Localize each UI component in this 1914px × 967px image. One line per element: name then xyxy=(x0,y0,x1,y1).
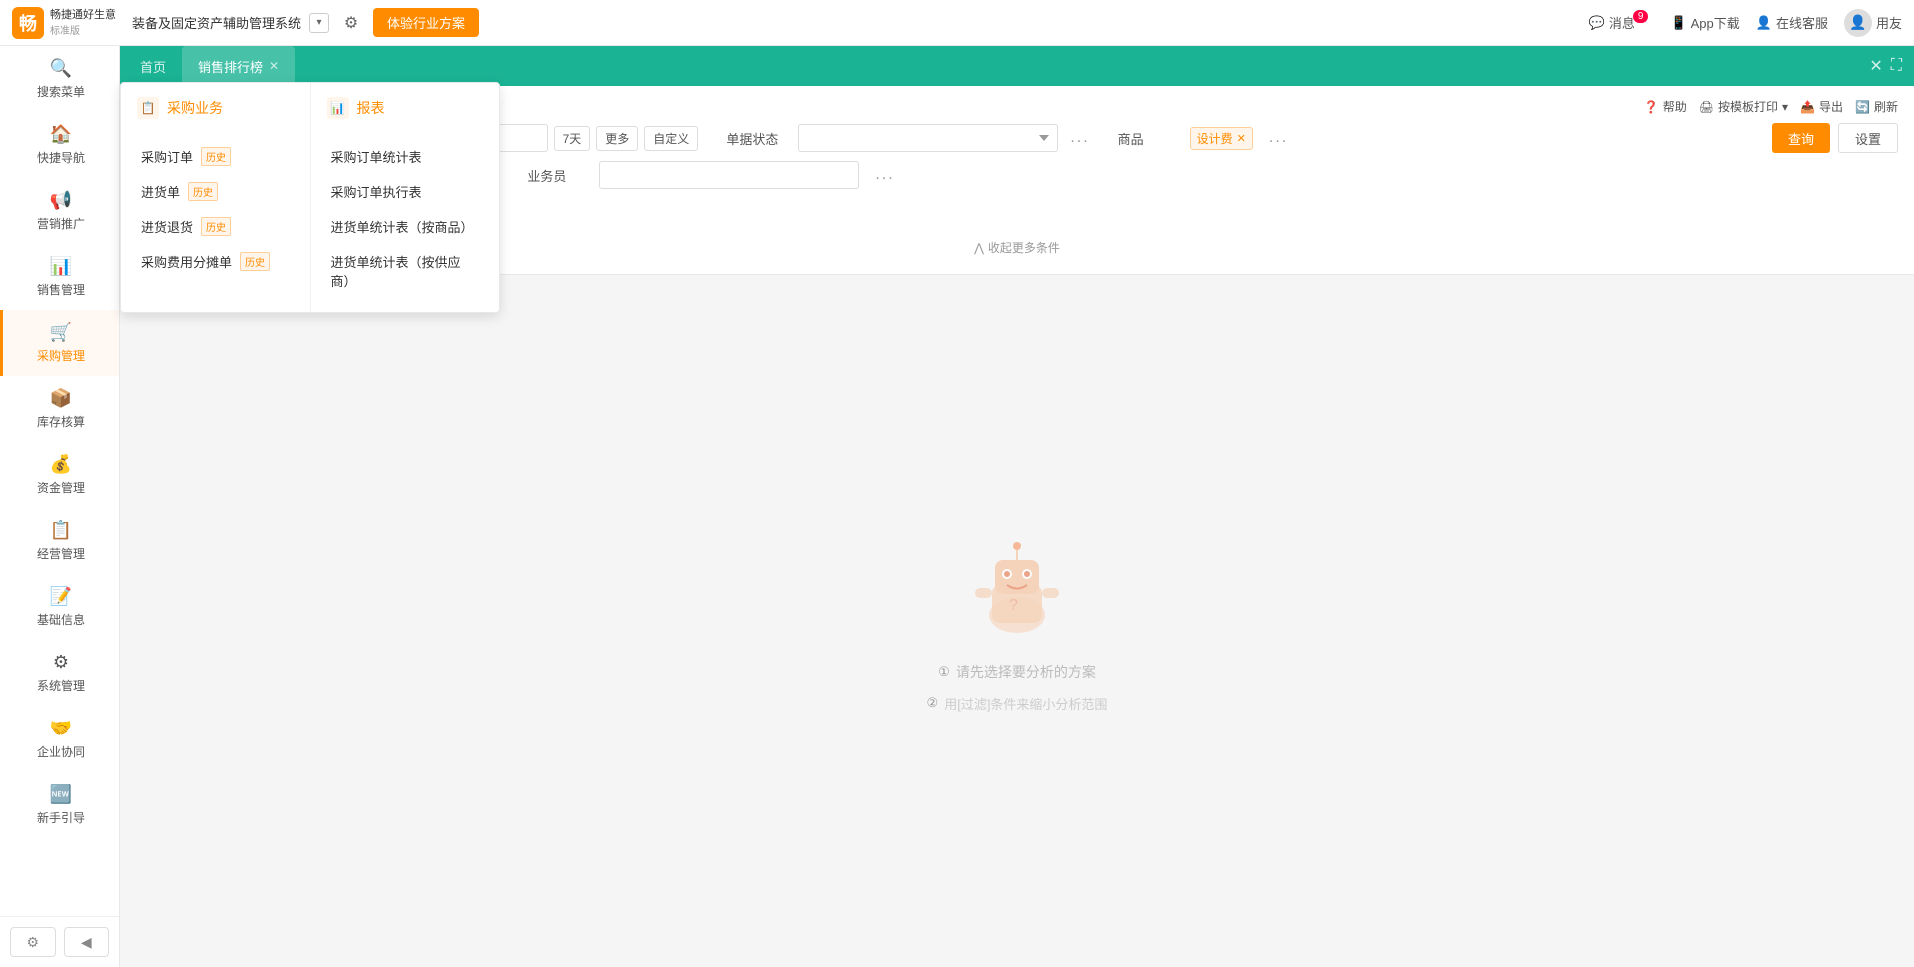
user-btn[interactable]: 👤 用友 xyxy=(1844,9,1902,37)
item-expense-badge: 历史 xyxy=(240,252,270,271)
dropdown-item-purchase-order[interactable]: 采购订单 历史 xyxy=(137,139,294,174)
col2-header-text: 报表 xyxy=(357,98,385,118)
header-settings-btn[interactable]: ⚙ xyxy=(337,9,365,37)
item-receipt-stat-goods-label: 进货单统计表（按商品） xyxy=(331,217,474,236)
message-btn[interactable]: 💬 消息 9 xyxy=(1589,13,1655,32)
message-badge: 9 xyxy=(1633,10,1649,23)
item-purchase-order-badge: 历史 xyxy=(201,147,231,166)
app-label: App下载 xyxy=(1691,13,1740,32)
main-layout: 🔍 搜索菜单 🏠 快捷导航 📢 营销推广 📊 销售管理 🛒 采购管理 📦 库存核… xyxy=(0,46,1914,967)
item-expense-label: 采购费用分摊单 xyxy=(141,252,232,271)
item-order-stat-label: 采购订单统计表 xyxy=(331,147,422,166)
item-receipt-label: 进货单 xyxy=(141,182,180,201)
app-download-btn[interactable]: 📱 App下载 xyxy=(1670,13,1739,32)
dropdown-col2-header: 📊 报表 xyxy=(327,97,484,127)
dropdown-item-purchase-expense[interactable]: 采购费用分摊单 历史 xyxy=(137,244,294,279)
top-header: 畅 畅捷通好生意 标准版 装备及固定资产辅助管理系统 ▾ ⚙ 体验行业方案 💬 … xyxy=(0,0,1914,46)
dropdown-item-order-stat[interactable]: 采购订单统计表 xyxy=(327,139,484,174)
system-dropdown-btn[interactable]: ▾ xyxy=(309,13,329,33)
col1-header-text: 采购业务 xyxy=(167,98,223,118)
logo-line2: 标准版 xyxy=(50,22,116,37)
trial-button[interactable]: 体验行业方案 xyxy=(373,8,479,37)
dropdown-menu: 📋 采购业务 采购订单 历史 进货单 历史 进货退货 历史 采购费用分摊单 历史 xyxy=(120,82,500,313)
header-right: 💬 消息 9 📱 App下载 👤 在线客服 👤 用友 xyxy=(1589,9,1902,37)
service-icon: 👤 xyxy=(1756,15,1772,31)
logo-text: 畅捷通好生意 标准版 xyxy=(50,8,116,37)
dropdown-item-receipt-stat-supplier[interactable]: 进货单统计表（按供应商） xyxy=(327,244,484,298)
item-order-exec-label: 采购订单执行表 xyxy=(331,182,422,201)
item-return-badge: 历史 xyxy=(201,217,231,236)
dropdown-col1-header: 📋 采购业务 xyxy=(137,97,294,127)
dropdown-item-purchase-return[interactable]: 进货退货 历史 xyxy=(137,209,294,244)
logo-area: 畅 畅捷通好生意 标准版 xyxy=(12,7,132,39)
item-receipt-stat-supplier-label: 进货单统计表（按供应商） xyxy=(331,252,480,290)
reports-col-icon: 📊 xyxy=(327,97,349,119)
logo-line1: 畅捷通好生意 xyxy=(50,8,116,22)
message-label: 消息 xyxy=(1609,13,1635,32)
online-service-btn[interactable]: 👤 在线客服 xyxy=(1756,13,1828,32)
phone-icon: 📱 xyxy=(1670,15,1686,31)
system-title: 装备及固定资产辅助管理系统 xyxy=(132,13,301,32)
dropdown-item-purchase-receipt[interactable]: 进货单 历史 xyxy=(137,174,294,209)
purchase-col-icon: 📋 xyxy=(137,97,159,119)
item-return-label: 进货退货 xyxy=(141,217,193,236)
user-label: 用友 xyxy=(1876,13,1902,32)
header-title-area: 装备及固定资产辅助管理系统 ▾ ⚙ 体验行业方案 xyxy=(132,8,1589,37)
dropdown-item-order-exec[interactable]: 采购订单执行表 xyxy=(327,174,484,209)
service-label: 在线客服 xyxy=(1776,13,1828,32)
logo-icon: 畅 xyxy=(12,7,44,39)
message-icon: 💬 xyxy=(1589,15,1605,31)
item-purchase-order-label: 采购订单 xyxy=(141,147,193,166)
dropdown-item-receipt-stat-goods[interactable]: 进货单统计表（按商品） xyxy=(327,209,484,244)
avatar: 👤 xyxy=(1844,9,1872,37)
dropdown-col-reports: 📊 报表 采购订单统计表 采购订单执行表 进货单统计表（按商品） 进货单统计表（… xyxy=(311,83,500,312)
item-receipt-badge: 历史 xyxy=(188,182,218,201)
dropdown-col-purchase: 📋 采购业务 采购订单 历史 进货单 历史 进货退货 历史 采购费用分摊单 历史 xyxy=(121,83,311,312)
